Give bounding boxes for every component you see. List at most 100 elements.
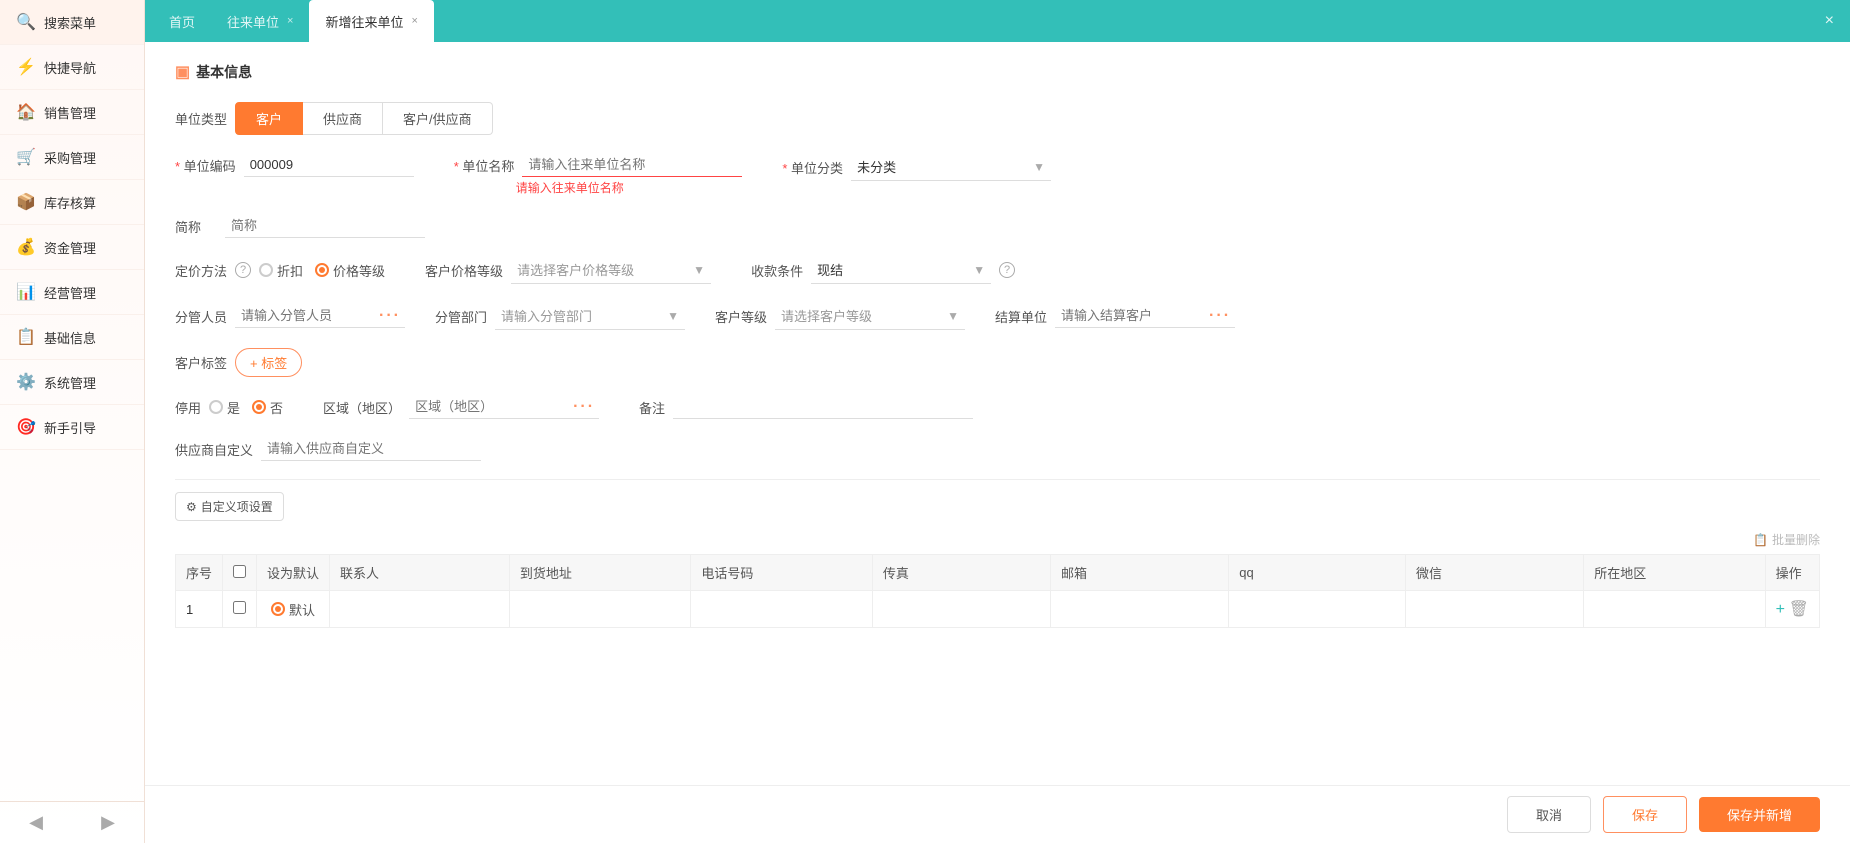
payment-terms-select[interactable]: 现结 ▼ [811, 256, 991, 284]
sidebar-item-search[interactable]: 🔍 搜索菜单 [0, 0, 144, 45]
sidebar-item-label: 新手引导 [44, 418, 96, 437]
phone-input[interactable] [701, 602, 861, 617]
settlement-unit-field: 结算单位 ··· [995, 304, 1235, 328]
manager-input-wrapper: ··· [235, 304, 405, 328]
row-email[interactable] [1051, 591, 1229, 628]
cancel-button[interactable]: 取消 [1507, 796, 1591, 833]
window-close-btn[interactable]: × [1817, 12, 1842, 30]
tab-home[interactable]: 首页 [153, 0, 211, 42]
contact-input[interactable] [340, 602, 499, 617]
manager-row: 分管人员 ··· 分管部门 请输入分管部门 ▼ 客户等级 请选择客户等级 ▼ [175, 302, 1820, 330]
unit-type-customer-btn[interactable]: 客户 [235, 102, 303, 135]
unit-category-field: 单位分类 未分类 ▼ [782, 153, 1051, 181]
sidebar-expand-btn[interactable]: ▶ [72, 802, 144, 843]
unit-type-both-btn[interactable]: 客户/供应商 [383, 102, 493, 135]
fax-input[interactable] [883, 602, 1040, 617]
qq-input[interactable] [1239, 602, 1395, 617]
tab-new-counterparty[interactable]: 新增往来单位 × [309, 0, 433, 42]
manager-more-btn[interactable]: ··· [375, 307, 405, 325]
add-tag-btn[interactable]: + 标签 [235, 348, 302, 377]
manager-input[interactable] [235, 304, 375, 327]
row-region[interactable] [1584, 591, 1765, 628]
sidebar-item-quick-nav[interactable]: ⚡ 快捷导航 [0, 45, 144, 90]
disable-radio-group: 是 否 [209, 398, 283, 417]
batch-delete-icon: 📋 [1753, 533, 1768, 547]
unit-code-input[interactable] [244, 153, 414, 177]
row-qq[interactable] [1229, 591, 1406, 628]
sidebar-item-label: 经营管理 [44, 283, 96, 302]
row-fax[interactable] [872, 591, 1050, 628]
save-new-button[interactable]: 保存并新增 [1699, 797, 1820, 832]
sidebar-item-purchase[interactable]: 🛒 采购管理 [0, 135, 144, 180]
sidebar-item-inventory[interactable]: 📦 库存核算 [0, 180, 144, 225]
payment-terms-arrow: ▼ [973, 263, 985, 277]
save-button[interactable]: 保存 [1603, 796, 1687, 833]
email-input[interactable] [1061, 602, 1218, 617]
sidebar-item-operations[interactable]: 📊 经营管理 [0, 270, 144, 315]
department-placeholder: 请输入分管部门 [501, 306, 663, 325]
custom-settings-btn[interactable]: ⚙ 自定义项设置 [175, 492, 284, 521]
tab-new-counterparty-close[interactable]: × [411, 15, 417, 27]
row-phone[interactable] [691, 591, 872, 628]
region-field: 区域（地区） ··· [323, 395, 599, 419]
payment-hint-icon[interactable]: ? [999, 262, 1015, 278]
settlement-unit-wrapper: ··· [1055, 304, 1235, 328]
sidebar-item-sales[interactable]: 🏠 销售管理 [0, 90, 144, 135]
batch-delete-label[interactable]: 批量删除 [1772, 531, 1820, 548]
remarks-input[interactable] [673, 395, 973, 419]
row-default-radio[interactable]: 默认 [267, 600, 319, 619]
tab-counterparty[interactable]: 往来单位 × [211, 0, 309, 42]
unit-category-select[interactable]: 未分类 ▼ [851, 153, 1051, 181]
department-arrow: ▼ [667, 309, 679, 323]
purchase-icon: 🛒 [16, 147, 36, 167]
row-index: 1 [176, 591, 223, 628]
customer-price-label: 客户价格等级 [425, 261, 503, 280]
pricing-level-radio[interactable]: 价格等级 [315, 261, 385, 280]
sidebar-collapse-btn[interactable]: ◀ [0, 802, 72, 843]
settlement-unit-input[interactable] [1055, 304, 1205, 327]
row-contact[interactable] [330, 591, 510, 628]
pricing-row: 定价方法 ? 折扣 价格等级 客户价格等级 请选择客户价格等级 [175, 256, 1820, 284]
select-all-checkbox[interactable] [233, 565, 246, 578]
disable-no-radio[interactable]: 否 [252, 398, 283, 417]
tab-counterparty-close[interactable]: × [287, 15, 293, 27]
disable-label: 停用 [175, 398, 201, 417]
region-more-btn[interactable]: ··· [569, 398, 599, 416]
customer-level-select[interactable]: 请选择客户等级 ▼ [775, 302, 965, 330]
pricing-hint-icon[interactable]: ? [235, 262, 251, 278]
customer-tag-label: 客户标签 [175, 353, 227, 372]
settlement-more-btn[interactable]: ··· [1205, 307, 1235, 325]
supplier-custom-label: 供应商自定义 [175, 440, 253, 459]
table-section: ⚙ 自定义项设置 📋 批量删除 序号 设为默认 联系人 到货地址 电话号码 传真 [175, 479, 1820, 628]
supplier-custom-input[interactable] [261, 437, 481, 461]
customer-level-label: 客户等级 [715, 307, 767, 326]
customer-price-select[interactable]: 请选择客户价格等级 ▼ [511, 256, 711, 284]
wechat-input[interactable] [1416, 602, 1573, 617]
payment-terms-label: 收款条件 [751, 261, 803, 280]
disable-yes-radio[interactable]: 是 [209, 398, 240, 417]
department-select[interactable]: 请输入分管部门 ▼ [495, 302, 685, 330]
manager-field: 分管人员 ··· [175, 304, 405, 328]
row-wechat[interactable] [1405, 591, 1583, 628]
row-delete-btn[interactable]: 🗑 [1789, 599, 1809, 619]
sidebar-item-finance[interactable]: 💰 资金管理 [0, 225, 144, 270]
pricing-discount-radio[interactable]: 折扣 [259, 261, 303, 280]
short-name-input[interactable] [225, 214, 425, 238]
supplier-custom-row: 供应商自定义 [175, 437, 1820, 461]
row-address[interactable] [509, 591, 690, 628]
unit-type-supplier-btn[interactable]: 供应商 [303, 102, 383, 135]
address-input[interactable] [520, 602, 680, 617]
sidebar-item-basic-info[interactable]: 📋 基础信息 [0, 315, 144, 360]
department-field: 分管部门 请输入分管部门 ▼ [435, 302, 685, 330]
sidebar-item-label: 销售管理 [44, 103, 96, 122]
row-checkbox[interactable] [233, 601, 246, 614]
unit-name-input[interactable] [522, 153, 742, 177]
row-region-input[interactable] [1594, 602, 1754, 617]
sidebar-item-guide[interactable]: 🎯 新手引导 [0, 405, 144, 450]
unit-type-label: 单位类型 [175, 109, 227, 128]
pricing-discount-label: 折扣 [277, 261, 303, 280]
unit-type-row: 单位类型 客户 供应商 客户/供应商 [175, 102, 1820, 135]
row-add-btn[interactable]: + [1776, 601, 1785, 619]
sidebar-item-system[interactable]: ⚙️ 系统管理 [0, 360, 144, 405]
region-input[interactable] [409, 395, 569, 418]
